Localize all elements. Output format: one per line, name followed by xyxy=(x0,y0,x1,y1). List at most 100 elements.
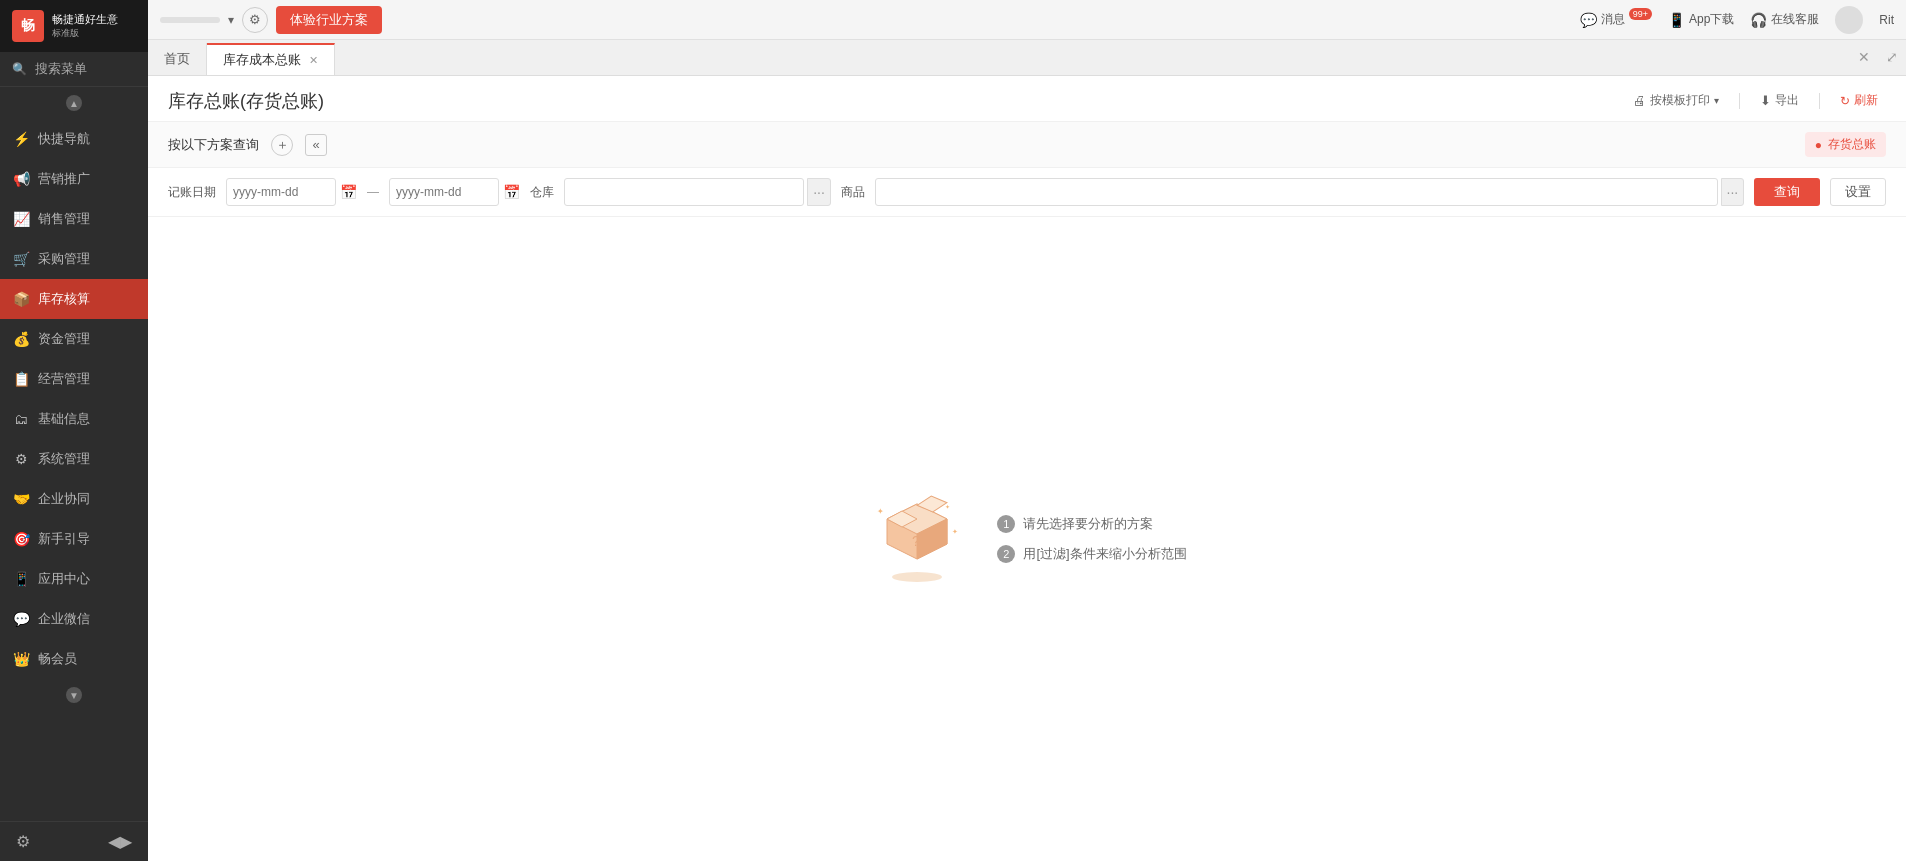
page-title: 库存总账(存货总账) xyxy=(168,89,324,113)
date-start-input-group: 📅 xyxy=(226,178,357,206)
sidebar-item-quick-nav[interactable]: ⚡ 快捷导航 xyxy=(0,119,148,159)
tab-inventory-ledger[interactable]: 库存成本总账 ✕ xyxy=(207,43,335,75)
warehouse-label: 仓库 xyxy=(530,184,554,201)
top-header: ▾ ⚙ 体验行业方案 💬 消息 99+ 📱 App下载 🎧 在线客服 Rit xyxy=(148,0,1906,40)
sidebar: 畅 畅捷通好生意 标准版 🔍 搜索菜单 ▲ ⚡ 快捷导航 📢 营销推广 📈 销售… xyxy=(0,0,148,861)
sidebar-item-label: 经营管理 xyxy=(38,370,90,388)
calendar-end-icon[interactable]: 📅 xyxy=(503,184,520,200)
product-input[interactable] xyxy=(875,178,1718,206)
date-start-input[interactable] xyxy=(226,178,336,206)
query-row: 记账日期 📅 — 📅 仓库 ··· 商品 ··· 查询 设置 xyxy=(148,168,1906,217)
sidebar-item-finance[interactable]: 💰 资金管理 xyxy=(0,319,148,359)
tab-inventory-label: 库存成本总账 xyxy=(223,51,301,69)
empty-content: ? ✦ ✦ ✦ 1 请先选择要分析的方案 2 用[过滤]条件来缩小分析范围 xyxy=(867,489,1186,589)
sidebar-item-label: 企业微信 xyxy=(38,610,90,628)
product-more-icon[interactable]: ··· xyxy=(1721,178,1744,206)
sidebar-footer: ⚙ ◀▶ xyxy=(0,821,148,861)
sales-icon: 📈 xyxy=(12,210,30,228)
collapse-icon[interactable]: ◀▶ xyxy=(108,832,132,851)
sidebar-item-inventory[interactable]: 📦 库存核算 xyxy=(0,279,148,319)
sidebar-item-marketing[interactable]: 📢 营销推广 xyxy=(0,159,148,199)
saved-scheme-label: 存货总账 xyxy=(1828,136,1876,153)
saved-scheme-icon: ● xyxy=(1815,138,1822,152)
industry-btn[interactable]: 体验行业方案 xyxy=(276,6,382,34)
sidebar-item-label: 系统管理 xyxy=(38,450,90,468)
query-btn[interactable]: 查询 xyxy=(1754,178,1820,206)
export-btn[interactable]: ⬇ 导出 xyxy=(1752,88,1807,113)
filter-add-btn[interactable]: ＋ xyxy=(271,134,293,156)
date-end-input-group: 📅 xyxy=(389,178,520,206)
message-action[interactable]: 💬 消息 99+ xyxy=(1580,11,1652,28)
message-badge: 99+ xyxy=(1629,8,1652,20)
saved-scheme[interactable]: ● 存货总账 xyxy=(1805,132,1886,157)
sidebar-item-system[interactable]: ⚙ 系统管理 xyxy=(0,439,148,479)
sidebar-search[interactable]: 🔍 搜索菜单 xyxy=(0,52,148,87)
sidebar-item-label: 基础信息 xyxy=(38,410,90,428)
refresh-btn[interactable]: ↻ 刷新 xyxy=(1832,88,1886,113)
online-service-action[interactable]: 🎧 在线客服 xyxy=(1750,11,1819,28)
refresh-label: 刷新 xyxy=(1854,92,1878,109)
tab-close-icon[interactable]: ✕ xyxy=(309,54,318,67)
sidebar-item-sales[interactable]: 📈 销售管理 xyxy=(0,199,148,239)
sidebar-item-operation[interactable]: 📋 经营管理 xyxy=(0,359,148,399)
sidebar-item-label: 销售管理 xyxy=(38,210,90,228)
app-download-label: App下载 xyxy=(1689,11,1734,28)
print-dropdown-icon[interactable]: ▾ xyxy=(1714,95,1719,106)
product-select-group: ··· xyxy=(875,178,1744,206)
sidebar-item-label: 企业协同 xyxy=(38,490,90,508)
sidebar-scroll: ▲ ⚡ 快捷导航 📢 营销推广 📈 销售管理 🛒 采购管理 📦 库存核算 💰 资… xyxy=(0,87,148,821)
calendar-start-icon[interactable]: 📅 xyxy=(340,184,357,200)
warehouse-more-icon[interactable]: ··· xyxy=(807,178,831,206)
user-display xyxy=(160,17,220,23)
date-end-input[interactable] xyxy=(389,178,499,206)
filter-close-btn[interactable]: « xyxy=(305,134,327,156)
dropdown-arrow[interactable]: ▾ xyxy=(228,13,234,27)
sidebar-item-label: 应用中心 xyxy=(38,570,90,588)
sidebar-item-member[interactable]: 👑 畅会员 xyxy=(0,639,148,679)
tab-panel-close[interactable]: ✕ xyxy=(1850,39,1878,75)
settings-icon[interactable]: ⚙ xyxy=(16,832,30,851)
empty-illustration: ? ✦ ✦ ✦ xyxy=(867,489,967,589)
search-icon: 🔍 xyxy=(12,62,27,76)
tip-text-1: 请先选择要分析的方案 xyxy=(1023,515,1153,533)
sidebar-search-label: 搜索菜单 xyxy=(35,60,87,78)
tab-home[interactable]: 首页 xyxy=(148,43,207,75)
sidebar-item-corp[interactable]: 🤝 企业协同 xyxy=(0,479,148,519)
filter-area: 按以下方案查询 ＋ « ● 存货总账 xyxy=(148,122,1906,168)
gear-icon: ⚙ xyxy=(249,12,261,27)
logo-text: 畅捷通好生意 标准版 xyxy=(52,12,118,40)
sidebar-item-guide[interactable]: 🎯 新手引导 xyxy=(0,519,148,559)
app-download-action[interactable]: 📱 App下载 xyxy=(1668,11,1734,28)
sidebar-item-label: 畅会员 xyxy=(38,650,77,668)
scroll-up-btn[interactable]: ▲ xyxy=(66,95,82,111)
tab-home-label: 首页 xyxy=(164,50,190,68)
tip-num-1: 1 xyxy=(997,515,1015,533)
tab-close-area: ✕ ⤢ xyxy=(1850,39,1906,75)
user-avatar[interactable] xyxy=(1835,6,1863,34)
settings-btn[interactable]: 设置 xyxy=(1830,178,1886,206)
export-label: 导出 xyxy=(1775,92,1799,109)
headset-icon: 🎧 xyxy=(1750,12,1767,28)
message-icon: 💬 xyxy=(1580,12,1597,28)
marketing-icon: 📢 xyxy=(12,170,30,188)
sidebar-item-basic[interactable]: 🗂 基础信息 xyxy=(0,399,148,439)
svg-point-6 xyxy=(892,572,942,582)
empty-tip-2: 2 用[过滤]条件来缩小分析范围 xyxy=(997,545,1186,563)
print-btn[interactable]: 🖨 按模板打印 ▾ xyxy=(1625,88,1727,113)
sidebar-item-purchase[interactable]: 🛒 采购管理 xyxy=(0,239,148,279)
content-area: 库存总账(存货总账) 🖨 按模板打印 ▾ ⬇ 导出 ↻ 刷新 xyxy=(148,76,1906,861)
logo-icon: 畅 xyxy=(12,10,44,42)
scroll-down-btn[interactable]: ▼ xyxy=(66,687,82,703)
print-label: 按模板打印 xyxy=(1650,92,1710,109)
sidebar-item-label: 资金管理 xyxy=(38,330,90,348)
tab-bar: 首页 库存成本总账 ✕ ✕ ⤢ xyxy=(148,40,1906,76)
sidebar-item-wechat[interactable]: 💬 企业微信 xyxy=(0,599,148,639)
warehouse-input[interactable] xyxy=(564,178,804,206)
settings-button[interactable]: ⚙ xyxy=(242,7,268,33)
page-header: 库存总账(存货总账) 🖨 按模板打印 ▾ ⬇ 导出 ↻ 刷新 xyxy=(148,76,1906,122)
sidebar-item-label: 快捷导航 xyxy=(38,130,90,148)
sidebar-item-app[interactable]: 📱 应用中心 xyxy=(0,559,148,599)
tab-panel-resize[interactable]: ⤢ xyxy=(1878,39,1906,75)
finance-icon: 💰 xyxy=(12,330,30,348)
top-header-left: ▾ ⚙ 体验行业方案 xyxy=(160,6,382,34)
